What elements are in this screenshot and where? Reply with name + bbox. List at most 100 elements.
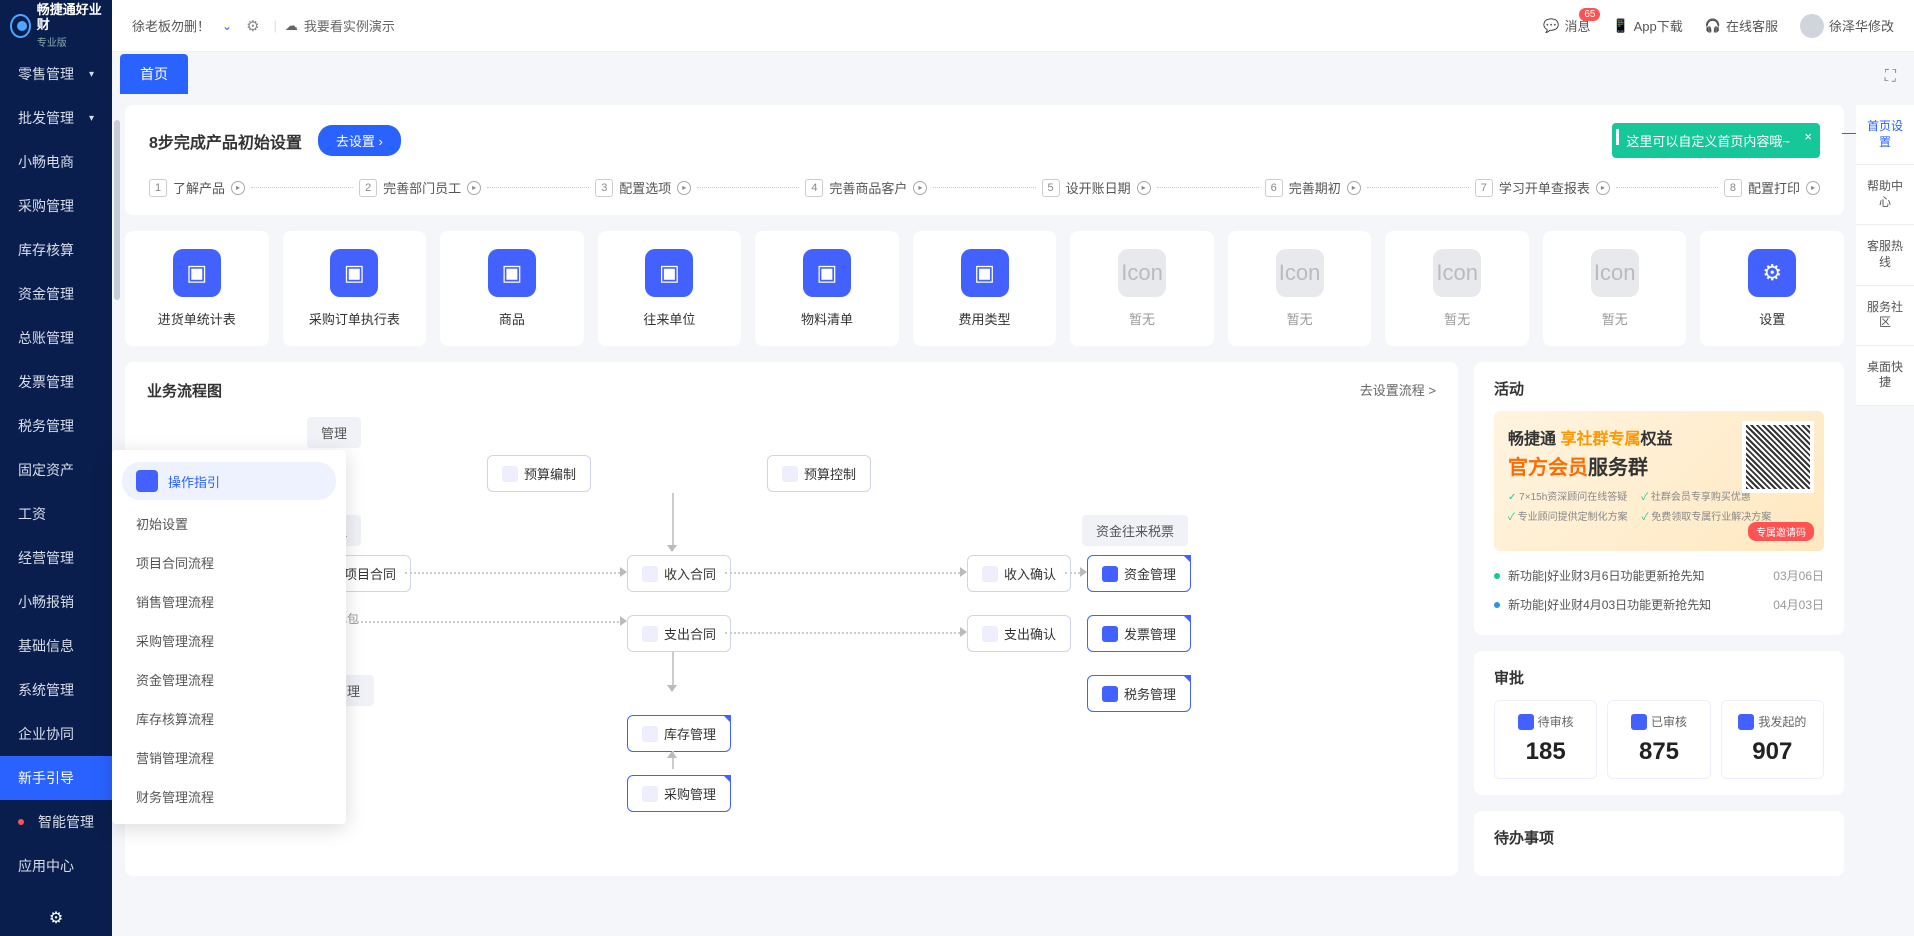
quick-item[interactable]: ▣商品: [440, 231, 584, 346]
node-budget-edit[interactable]: 预算编制: [487, 455, 591, 492]
quick-item[interactable]: Icon暂无: [1070, 231, 1214, 346]
tenant-select[interactable]: 徐老板勿删！ ⌄: [132, 16, 232, 35]
customer-service-button[interactable]: 🎧 在线客服: [1705, 16, 1778, 35]
setup-step[interactable]: 8配置打印▸: [1724, 178, 1820, 197]
quick-item[interactable]: Icon暂无: [1543, 231, 1687, 346]
quick-item[interactable]: ⚙设置: [1700, 231, 1844, 346]
promo-banner[interactable]: 畅捷通 享社群专属权益 官方会员服务群 7×15h资深顾问在线答疑社群会员专享购…: [1494, 411, 1824, 551]
popup-item[interactable]: 项目合同流程: [112, 543, 346, 582]
rail-item[interactable]: 桌面快捷: [1856, 346, 1914, 406]
content: 8步完成产品初始设置 去设置 › 这里可以自定义首页内容哦~ × 1了解产品▸2…: [125, 105, 1844, 936]
caret-down-icon: ▾: [89, 69, 94, 80]
nav-item[interactable]: 税务管理: [0, 404, 112, 448]
nav-item[interactable]: 企业协同: [0, 712, 112, 756]
rail-item[interactable]: 服务社区: [1856, 286, 1914, 346]
quick-access-row: ▣进货单统计表▣采购订单执行表▣商品▣往来单位▣物料清单▣费用类型Icon暂无I…: [125, 231, 1844, 346]
rail-item[interactable]: 客服热线: [1856, 225, 1914, 285]
popup-item[interactable]: 库存核算流程: [112, 699, 346, 738]
flow-settings-link[interactable]: 去设置流程 >: [1360, 380, 1436, 401]
quick-item[interactable]: Icon暂无: [1228, 231, 1372, 346]
dot-icon: [18, 819, 24, 825]
rail-item[interactable]: 首页设置: [1856, 105, 1914, 165]
quick-item[interactable]: Icon暂无: [1385, 231, 1529, 346]
approval-card[interactable]: 已审核875: [1607, 700, 1710, 779]
popup-item[interactable]: 资金管理流程: [112, 660, 346, 699]
messages-button[interactable]: 💬 消息 65: [1543, 16, 1590, 35]
setup-step[interactable]: 7学习开单查报表▸: [1475, 178, 1610, 197]
node-purchase-mgmt[interactable]: 采购管理: [627, 775, 731, 812]
nav-item[interactable]: 采购管理: [0, 184, 112, 228]
approval-card[interactable]: 待审核185: [1494, 700, 1597, 779]
rail-item[interactable]: 帮助中心: [1856, 165, 1914, 225]
node-stock-mgmt[interactable]: 库存管理: [627, 715, 731, 752]
setup-step[interactable]: 3配置选项▸: [595, 178, 691, 197]
node-fund-mgmt[interactable]: 资金管理: [1087, 555, 1191, 592]
fullscreen-icon[interactable]: ⛶: [1877, 60, 1904, 94]
popup-item[interactable]: 初始设置: [112, 504, 346, 543]
quick-item[interactable]: ▣物料清单: [755, 231, 899, 346]
node-tax-mgmt[interactable]: 税务管理: [1087, 675, 1191, 712]
quick-item[interactable]: ▣往来单位: [598, 231, 742, 346]
quick-icon: ▣: [488, 249, 536, 297]
nav-item[interactable]: 工资: [0, 492, 112, 536]
gear-icon[interactable]: ⚙: [246, 17, 259, 35]
nav-item[interactable]: 系统管理: [0, 668, 112, 712]
quick-item[interactable]: ▣费用类型: [913, 231, 1057, 346]
nav-item[interactable]: 零售管理▾: [0, 52, 112, 96]
quick-icon: ⚙: [1748, 249, 1796, 297]
popup-item[interactable]: 营销管理流程: [112, 738, 346, 777]
news-item[interactable]: 新功能|好业财3月6日功能更新抢先知03月06日: [1494, 561, 1824, 590]
scrollbar-thumb[interactable]: [114, 120, 120, 300]
news-list: 新功能|好业财3月6日功能更新抢先知03月06日新功能|好业财4月03日功能更新…: [1494, 561, 1824, 619]
nav-item[interactable]: 新手引导: [0, 756, 112, 800]
clipboard-icon: [1631, 714, 1647, 730]
node-income-confirm[interactable]: 收入确认: [967, 555, 1071, 592]
mobile-icon: 📱: [1612, 18, 1628, 34]
dot-icon: [1494, 573, 1500, 579]
setup-step[interactable]: 5设开账日期▸: [1042, 178, 1151, 197]
node-expense-confirm[interactable]: 支出确认: [967, 615, 1071, 652]
nav-item[interactable]: 固定资产: [0, 448, 112, 492]
setup-step[interactable]: 2完善部门员工▸: [359, 178, 481, 197]
node-income-contract[interactable]: 收入合同: [627, 555, 731, 592]
nav-item[interactable]: 批发管理▾: [0, 96, 112, 140]
nav-item[interactable]: 发票管理: [0, 360, 112, 404]
nav-item[interactable]: 智能管理: [0, 800, 112, 844]
app-download-button[interactable]: 📱 App下载: [1612, 16, 1682, 35]
popup-item[interactable]: 财务管理流程: [112, 777, 346, 816]
nav-item[interactable]: 应用中心: [0, 844, 112, 888]
node-expense-contract[interactable]: 支出合同: [627, 615, 731, 652]
nav-item[interactable]: 经营管理: [0, 536, 112, 580]
approval-card[interactable]: 我发起的907: [1721, 700, 1824, 779]
nav-item[interactable]: 资金管理: [0, 272, 112, 316]
popup-item[interactable]: 采购管理流程: [112, 621, 346, 660]
chevron-down-icon: ⌄: [222, 19, 232, 33]
user-menu[interactable]: 徐泽华修改: [1800, 14, 1894, 38]
nav-item[interactable]: 小畅报销: [0, 580, 112, 624]
cloud-icon: ☁: [285, 18, 298, 34]
close-icon[interactable]: ×: [1804, 129, 1812, 144]
news-item[interactable]: 新功能|好业财4月03日功能更新抢先知04月03日: [1494, 590, 1824, 619]
nav-item[interactable]: 小畅电商: [0, 140, 112, 184]
demo-link[interactable]: ☁ 我要看实例演示: [285, 16, 395, 35]
node-budget-control[interactable]: 预算控制: [767, 455, 871, 492]
nav-item[interactable]: 库存核算: [0, 228, 112, 272]
setup-step[interactable]: 1了解产品▸: [149, 178, 245, 197]
logo-subtext: 专业版: [37, 34, 102, 49]
popup-head[interactable]: 操作指引: [122, 462, 336, 500]
quick-item[interactable]: ▣采购订单执行表: [283, 231, 427, 346]
nav-item[interactable]: 基础信息: [0, 624, 112, 668]
setup-step[interactable]: 6完善期初▸: [1265, 178, 1361, 197]
tab-home[interactable]: 首页: [120, 54, 188, 94]
popup-item[interactable]: 销售管理流程: [112, 582, 346, 621]
lane-col: 资金往来税票: [1082, 515, 1188, 546]
topbar: 徐老板勿删！ ⌄ ⚙ | ☁ 我要看实例演示 💬 消息 65 📱 App下载 🎧…: [112, 0, 1914, 52]
quick-icon: ▣: [803, 249, 851, 297]
quick-icon: Icon: [1276, 249, 1324, 297]
setup-step[interactable]: 4完善商品客户▸: [805, 178, 927, 197]
nav-item[interactable]: 总账管理: [0, 316, 112, 360]
sidebar-settings-icon[interactable]: ⚙: [0, 908, 112, 928]
quick-item[interactable]: ▣进货单统计表: [125, 231, 269, 346]
go-setup-button[interactable]: 去设置 ›: [318, 125, 401, 156]
node-invoice-mgmt[interactable]: 发票管理: [1087, 615, 1191, 652]
